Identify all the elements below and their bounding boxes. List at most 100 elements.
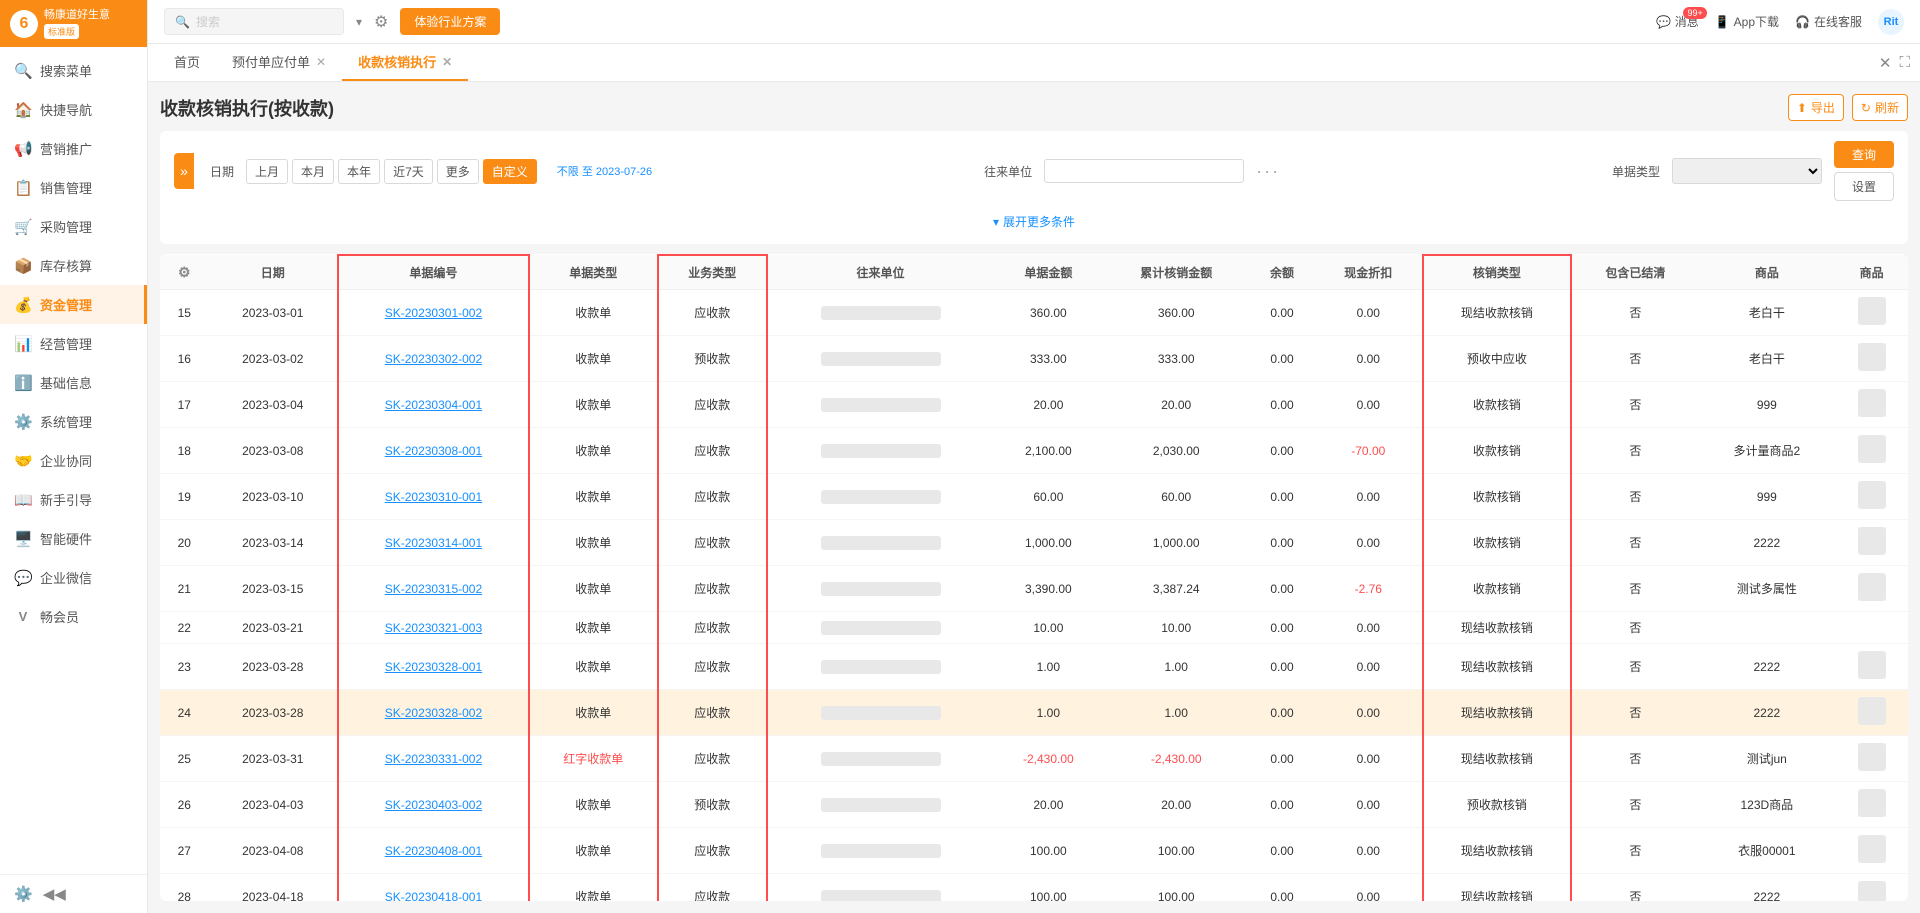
tab-close-prepay[interactable]: ✕ — [316, 55, 326, 69]
column-settings-icon[interactable]: ⚙ — [178, 264, 191, 280]
cell-voucher-no[interactable]: SK-20230328-001 — [338, 644, 529, 690]
cell-voucher-type: 收款单 — [529, 382, 658, 428]
cell-voucher-no[interactable]: SK-20230301-002 — [338, 290, 529, 336]
sidebar-item-operation[interactable]: 📊 经营管理 — [0, 324, 147, 363]
tab-close-collection[interactable]: ✕ — [442, 55, 452, 69]
cell-voucher-no[interactable]: SK-20230304-001 — [338, 382, 529, 428]
sidebar-item-label: 基础信息 — [40, 373, 92, 392]
export-button[interactable]: ⬆ 导出 — [1788, 94, 1844, 121]
sidebar-item-quicknav[interactable]: 🏠 快捷导航 — [0, 90, 147, 129]
cell-goods-img — [1835, 874, 1908, 902]
table-body: 15 2023-03-01 SK-20230301-002 收款单 应收款 36… — [160, 290, 1908, 902]
collapse-icon[interactable]: ◀◀ — [43, 885, 66, 903]
cell-goods-img — [1835, 336, 1908, 382]
sidebar-item-label: 新手引导 — [40, 490, 92, 509]
more-date-btn[interactable]: 更多 — [437, 159, 479, 184]
cell-voucher-no[interactable]: SK-20230403-002 — [338, 782, 529, 828]
custom-date-btn[interactable]: 自定义 — [483, 159, 537, 184]
cell-biz-type: 预收款 — [658, 336, 767, 382]
cell-voucher-no[interactable]: SK-20230310-001 — [338, 474, 529, 520]
online-service-button[interactable]: 🎧 在线客服 — [1795, 13, 1862, 30]
sidebar-item-marketing[interactable]: 📢 营销推广 — [0, 129, 147, 168]
cell-amount: 1.00 — [993, 644, 1103, 690]
table-row: 15 2023-03-01 SK-20230301-002 收款单 应收款 36… — [160, 290, 1908, 336]
this-month-btn[interactable]: 本月 — [292, 159, 334, 184]
expand-more-btn[interactable]: ▾ 展开更多条件 — [989, 209, 1079, 234]
sidebar-item-member[interactable]: V 畅会员 — [0, 597, 147, 636]
this-year-btn[interactable]: 本年 — [338, 159, 380, 184]
cell-goods-img — [1835, 690, 1908, 736]
maximize-icon[interactable]: ⛶ — [1899, 54, 1910, 71]
cell-cash-discount: 0.00 — [1315, 382, 1422, 428]
sidebar-item-wechat[interactable]: 💬 企业微信 — [0, 558, 147, 597]
app-download-button[interactable]: 📱 App下载 — [1715, 13, 1779, 30]
sidebar-item-guide[interactable]: 📖 新手引导 — [0, 480, 147, 519]
cell-partner — [767, 428, 993, 474]
cell-voucher-no[interactable]: SK-20230321-003 — [338, 612, 529, 644]
main-content: 🔍 搜索 ▾ ⚙ 体验行业方案 💬 消息 99+ 📱 App下载 🎧 在线客服 … — [148, 0, 1920, 913]
cell-voucher-type: 收款单 — [529, 336, 658, 382]
sidebar-item-label: 系统管理 — [40, 412, 92, 431]
th-settings[interactable]: ⚙ — [160, 255, 209, 290]
tab-home[interactable]: 首页 — [158, 44, 216, 81]
cell-amount: 100.00 — [993, 874, 1103, 902]
refresh-button[interactable]: ↻ 刷新 — [1852, 94, 1908, 121]
sidebar-item-corp[interactable]: 🤝 企业协同 — [0, 441, 147, 480]
cell-cancel-type: 收款核销 — [1423, 382, 1572, 428]
topbar-search[interactable]: 🔍 搜索 — [164, 8, 344, 35]
cell-date: 2023-03-10 — [209, 474, 339, 520]
tab-collection[interactable]: 收款核销执行 ✕ — [342, 44, 468, 81]
cell-voucher-no[interactable]: SK-20230418-001 — [338, 874, 529, 902]
cell-voucher-no[interactable]: SK-20230408-001 — [338, 828, 529, 874]
close-tab-icon[interactable]: ✕ — [1879, 54, 1892, 72]
last-7days-btn[interactable]: 近7天 — [384, 159, 433, 184]
sidebar-item-hardware[interactable]: 🖥️ 智能硬件 — [0, 519, 147, 558]
goods-thumbnail — [1858, 297, 1886, 325]
cell-voucher-no[interactable]: SK-20230328-002 — [338, 690, 529, 736]
cell-no: 26 — [160, 782, 209, 828]
last-month-btn[interactable]: 上月 — [246, 159, 288, 184]
cell-partner — [767, 474, 993, 520]
blurred-partner — [821, 306, 941, 320]
sidebar-item-purchase[interactable]: 🛒 采购管理 — [0, 207, 147, 246]
cell-amount: 2,100.00 — [993, 428, 1103, 474]
topbar-dropdown-icon[interactable]: ▾ — [356, 15, 362, 29]
filter-toggle-btn[interactable]: » — [174, 153, 194, 189]
cell-date: 2023-03-28 — [209, 644, 339, 690]
tab-prepay[interactable]: 预付单应付单 ✕ — [216, 44, 342, 81]
notification-button[interactable]: 💬 消息 99+ — [1656, 13, 1698, 30]
table-row: 21 2023-03-15 SK-20230315-002 收款单 应收款 3,… — [160, 566, 1908, 612]
cell-voucher-no[interactable]: SK-20230308-001 — [338, 428, 529, 474]
cell-cumulative: 1.00 — [1103, 690, 1248, 736]
settings-bottom-icon[interactable]: ⚙️ — [14, 885, 33, 903]
cell-voucher-type: 收款单 — [529, 520, 658, 566]
sidebar-item-search[interactable]: 🔍 搜索菜单 — [0, 51, 147, 90]
cell-voucher-no[interactable]: SK-20230302-002 — [338, 336, 529, 382]
voucher-type-select[interactable] — [1672, 158, 1822, 184]
partner-input[interactable] — [1044, 159, 1244, 183]
settings-filter-button[interactable]: 设置 — [1834, 172, 1894, 201]
industry-solution-button[interactable]: 体验行业方案 — [400, 8, 500, 35]
cell-voucher-no[interactable]: SK-20230331-002 — [338, 736, 529, 782]
sidebar-item-finance[interactable]: 💰 资金管理 — [0, 285, 147, 324]
cell-date: 2023-04-18 — [209, 874, 339, 902]
cell-include-settled: 否 — [1571, 828, 1698, 874]
cell-voucher-no[interactable]: SK-20230314-001 — [338, 520, 529, 566]
cell-cash-discount: 0.00 — [1315, 690, 1422, 736]
sidebar: 6 畅康道好生意 标准版 🔍 搜索菜单 🏠 快捷导航 📢 营销推广 📋 销售管理… — [0, 0, 148, 913]
sidebar-item-sales[interactable]: 📋 销售管理 — [0, 168, 147, 207]
user-avatar[interactable]: Rit — [1878, 9, 1904, 35]
cell-no: 16 — [160, 336, 209, 382]
cell-include-settled: 否 — [1571, 566, 1698, 612]
sidebar-logo-icon: 6 — [10, 10, 38, 38]
sidebar-item-basic[interactable]: ℹ️ 基础信息 — [0, 363, 147, 402]
sidebar-item-inventory[interactable]: 📦 库存核算 — [0, 246, 147, 285]
cell-voucher-no[interactable]: SK-20230315-002 — [338, 566, 529, 612]
topbar-gear-icon[interactable]: ⚙ — [374, 12, 388, 32]
sidebar-item-system[interactable]: ⚙️ 系统管理 — [0, 402, 147, 441]
query-button[interactable]: 查询 — [1834, 141, 1894, 168]
home-icon: 🏠 — [14, 101, 32, 119]
th-cumulative: 累计核销金额 — [1103, 255, 1248, 290]
refresh-icon: ↻ — [1861, 101, 1871, 115]
blurred-partner — [821, 621, 941, 635]
